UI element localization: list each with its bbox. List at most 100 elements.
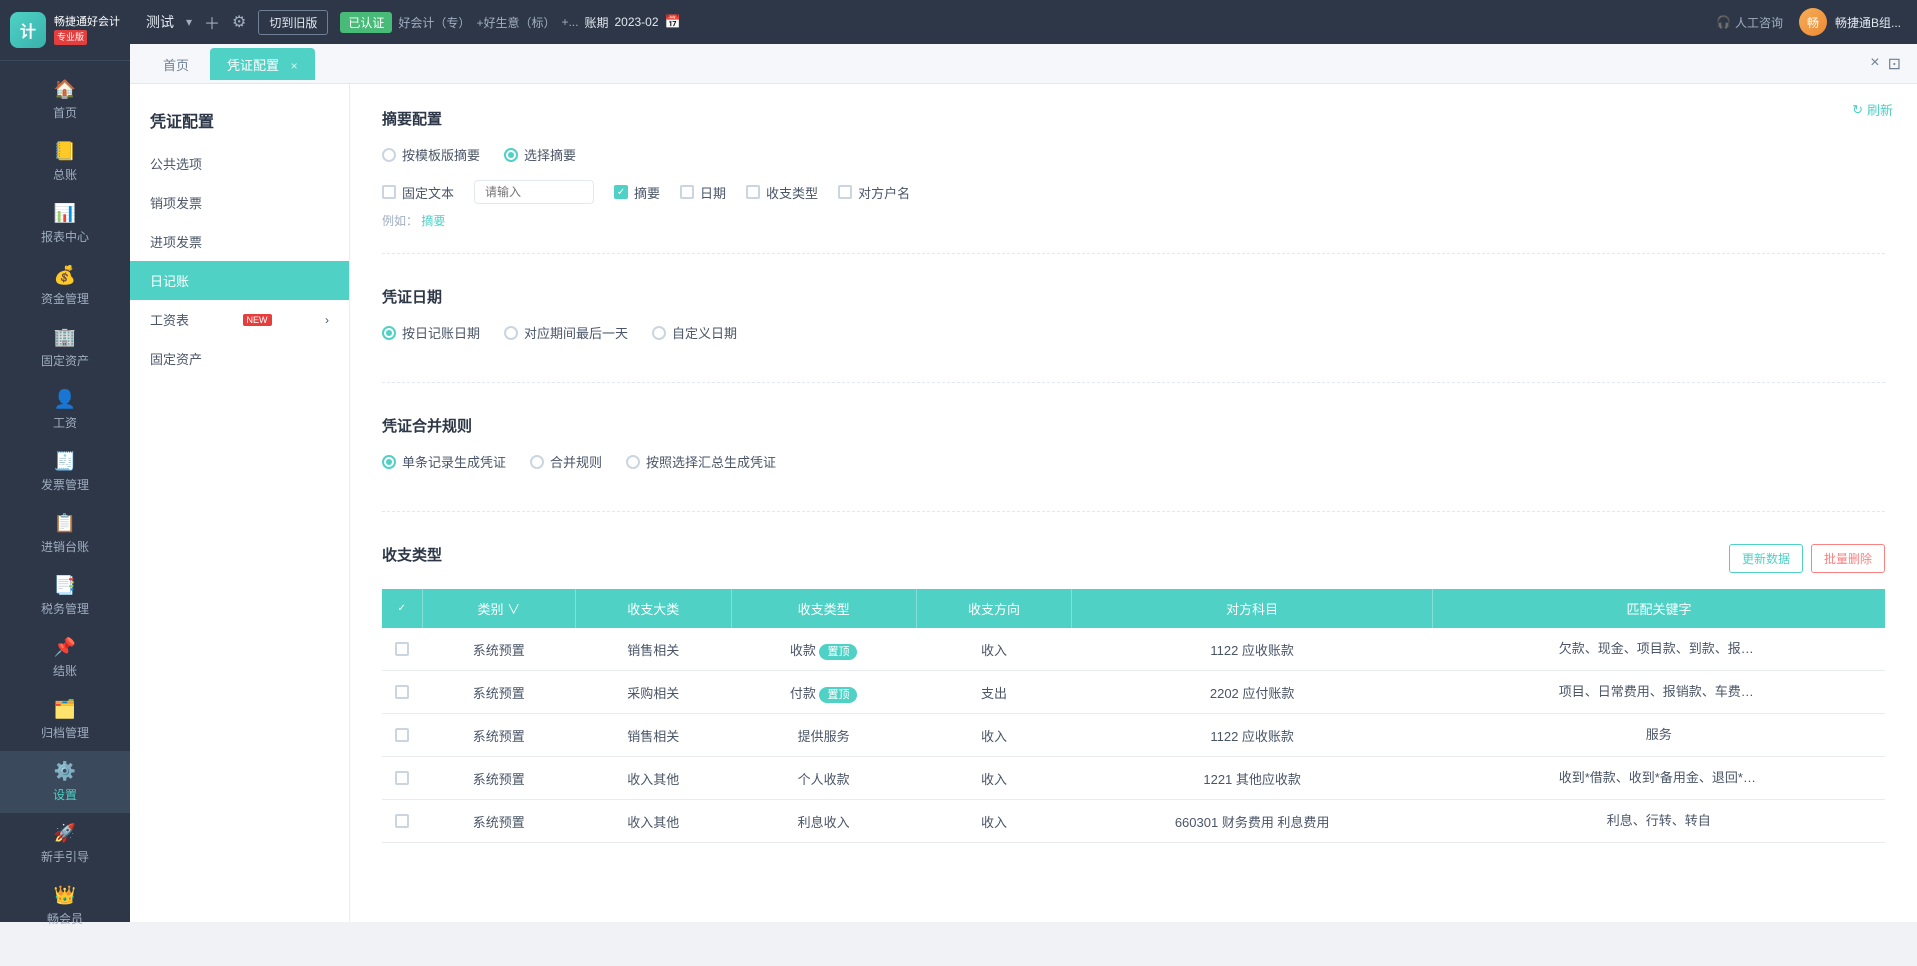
fixed-text-input[interactable] (474, 180, 594, 204)
tab-voucher-config[interactable]: 凭证配置 × (210, 48, 315, 80)
radio-template-summary[interactable]: 按模板版摘要 (382, 145, 480, 164)
product-badge2: +好生意（标） (476, 14, 555, 31)
sidebar-item-ledger[interactable]: 📒 总账 (0, 131, 130, 193)
switch-version-button[interactable]: 切到旧版 (258, 10, 328, 35)
sidebar-item-label: 资金管理 (41, 290, 89, 307)
sidebar-item-report[interactable]: 📊 报表中心 (0, 193, 130, 255)
td-account: 2202 应付账款 (1072, 671, 1433, 714)
radio-period-last-day[interactable]: 对应期间最后一天 (504, 323, 628, 342)
radio-custom-date[interactable]: 自定义日期 (652, 323, 737, 342)
settings-icon: ⚙️ (54, 761, 76, 782)
menu-item-fixed-assets[interactable]: 固定资产 (130, 339, 349, 378)
refresh-button[interactable]: ↻ 刷新 (1852, 100, 1893, 119)
sidebar-item-label: 税务管理 (41, 600, 89, 617)
tab-close-icon[interactable]: × (291, 59, 298, 73)
date-section: 凭证日期 按日记账日期 对应期间最后一天 自定义日期 (382, 286, 1885, 383)
topbar: 测试 ▾ ＋ ⚙ 切到旧版 已认证 好会计（专） +好生意（标） +... 账期… (130, 0, 1917, 44)
sidebar-item-finance[interactable]: 💰 资金管理 (0, 255, 130, 317)
radio-single-record[interactable]: 单条记录生成凭证 (382, 452, 506, 471)
income-expense-table: ✓ 类别 ∨ 收支大类 收支类型 收支方向 对方科目 匹配关键字 (382, 589, 1885, 843)
radio-circle (626, 455, 640, 469)
close-window-icon[interactable]: × (1870, 54, 1879, 74)
sidebar-item-home[interactable]: 🏠 首页 (0, 69, 130, 131)
sidebar-item-tax[interactable]: 📑 税务管理 (0, 565, 130, 627)
top-tag[interactable]: 置顶 (819, 644, 857, 660)
topbar-add-icon[interactable]: ＋ (204, 10, 220, 34)
user-name: 畅捷通B组... (1835, 14, 1901, 31)
td-category: 系统预置 (422, 671, 576, 714)
tab-home[interactable]: 首页 (146, 48, 206, 80)
radio-journal-date[interactable]: 按日记账日期 (382, 323, 480, 342)
restore-window-icon[interactable]: ⊡ (1888, 54, 1901, 74)
select-all-checkbox[interactable]: ✓ (395, 602, 409, 616)
topbar-right: 🎧 人工咨询 畅 畅捷通B组... (1716, 8, 1901, 36)
td-sub-type: 利息收入 (731, 800, 916, 843)
menu-item-journal[interactable]: 日记账 (130, 261, 349, 300)
td-sub-type: 收款 置顶 (731, 628, 916, 671)
radio-merge-rule[interactable]: 合并规则 (530, 452, 602, 471)
checkbox-box-counter (838, 185, 852, 199)
tab-bar: 首页 凭证配置 × × ⊡ (130, 44, 1917, 84)
update-data-button[interactable]: 更新数据 (1729, 544, 1803, 573)
checkbox-date[interactable]: 日期 (680, 183, 726, 202)
radio-circle-checked (504, 148, 518, 162)
td-direction: 收入 (916, 800, 1072, 843)
report-icon: 📊 (54, 203, 76, 224)
checkbox-fixed-text[interactable]: 固定文本 (382, 183, 454, 202)
sidebar-item-close[interactable]: 📌 结账 (0, 627, 130, 689)
content-area: 首页 凭证配置 × × ⊡ 凭证配置 公共选项 销项发票 进项发票 日记账 (130, 44, 1917, 922)
radio-circle (652, 326, 666, 340)
radio-select-summary[interactable]: 选择摘要 (504, 145, 576, 164)
top-tag[interactable]: 置顶 (819, 687, 857, 703)
checkbox-box-date (680, 185, 694, 199)
checkbox-income-type[interactable]: 收支类型 (746, 183, 818, 202)
sidebar-item-label: 总账 (53, 166, 77, 183)
menu-item-purchase-invoice[interactable]: 进项发票 (130, 222, 349, 261)
right-content: ↻ 刷新 摘要配置 按模板版摘要 选择摘要 (350, 84, 1917, 922)
row-checkbox[interactable] (395, 642, 409, 656)
td-direction: 收入 (916, 757, 1072, 800)
checkbox-counterparty[interactable]: 对方户名 (838, 183, 910, 202)
sidebar-item-archive[interactable]: 🗂️ 归档管理 (0, 689, 130, 751)
sidebar-item-label: 报表中心 (41, 228, 89, 245)
sidebar-item-label: 首页 (53, 104, 77, 121)
sidebar-item-guide[interactable]: 🚀 新手引导 (0, 813, 130, 875)
menu-item-public[interactable]: 公共选项 (130, 144, 349, 183)
guide-icon: 🚀 (54, 823, 76, 844)
sidebar-item-label: 设置 (53, 786, 77, 803)
row-checkbox[interactable] (395, 685, 409, 699)
archive-icon: 🗂️ (54, 699, 76, 720)
radio-summary-generate[interactable]: 按照选择汇总生成凭证 (626, 452, 776, 471)
example-label: 例如： (382, 214, 418, 228)
checkbox-summary[interactable]: ✓ 摘要 (614, 183, 660, 202)
sidebar-item-label: 结账 (53, 662, 77, 679)
income-expense-title: 收支类型 (382, 544, 442, 565)
td-account: 660301 财务费用 利息费用 (1072, 800, 1433, 843)
tab-maximize-area: × ⊡ (1870, 54, 1901, 74)
topbar-gear-icon[interactable]: ⚙ (232, 12, 246, 32)
example-preview: 例如： 摘要 (382, 212, 1885, 229)
product-badge1: 好会计（专） (398, 14, 470, 31)
row-checkbox[interactable] (395, 814, 409, 828)
menu-item-sales-invoice[interactable]: 销项发票 (130, 183, 349, 222)
tax-icon: 📑 (54, 575, 76, 596)
merge-section: 凭证合并规则 单条记录生成凭证 合并规则 按照选择汇总生成凭证 (382, 415, 1885, 512)
sidebar-item-purchase-sales[interactable]: 📋 进销台账 (0, 503, 130, 565)
sidebar-item-settings[interactable]: ⚙️ 设置 (0, 751, 130, 813)
menu-item-payroll[interactable]: 工资表 NEW › (130, 300, 349, 339)
batch-delete-button[interactable]: 批量删除 (1811, 544, 1885, 573)
table-row: 系统预置 销售相关 提供服务 收入 1122 应收账款 服务 (382, 714, 1885, 757)
row-checkbox[interactable] (395, 728, 409, 742)
customer-service-btn[interactable]: 🎧 人工咨询 (1716, 14, 1783, 31)
td-main-type: 销售相关 (576, 714, 732, 757)
topbar-dropdown-icon[interactable]: ▾ (186, 15, 192, 29)
sidebar-item-invoice[interactable]: 🧾 发票管理 (0, 441, 130, 503)
row-checkbox[interactable] (395, 771, 409, 785)
close-period-icon: 📌 (54, 637, 76, 658)
td-account: 1122 应收账款 (1072, 714, 1433, 757)
sidebar-item-assets[interactable]: 🏢 固定资产 (0, 317, 130, 379)
sidebar-item-salary[interactable]: 👤 工资 (0, 379, 130, 441)
td-direction: 支出 (916, 671, 1072, 714)
user-menu-btn[interactable]: 畅 畅捷通B组... (1799, 8, 1901, 36)
td-category: 系统预置 (422, 757, 576, 800)
